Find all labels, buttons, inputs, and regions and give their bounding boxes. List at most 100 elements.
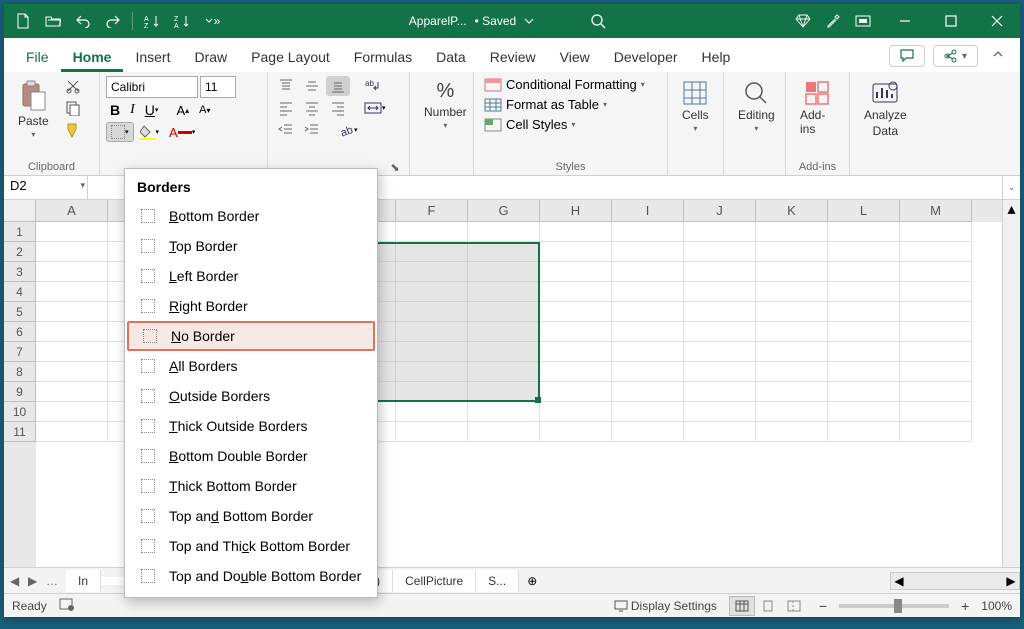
underline-button[interactable]: U ▾ (141, 100, 163, 120)
sheet-tab[interactable]: In (66, 570, 101, 592)
row-header[interactable]: 5 (4, 302, 36, 322)
select-all-corner[interactable] (4, 200, 36, 222)
bold-button[interactable]: B (106, 100, 124, 120)
paste-button[interactable]: Paste ▾ (10, 76, 57, 143)
comments-button[interactable] (889, 45, 925, 67)
borders-menu-item[interactable]: Thick Bottom Border (125, 471, 377, 501)
row-header[interactable]: 10 (4, 402, 36, 422)
tab-review[interactable]: Review (478, 43, 548, 72)
borders-menu-item[interactable]: Left Border (125, 261, 377, 291)
display-settings-button[interactable]: Display Settings (614, 599, 717, 613)
tab-data[interactable]: Data (424, 43, 478, 72)
close-button[interactable] (974, 4, 1020, 38)
col-header[interactable]: I (612, 200, 684, 222)
align-right-icon[interactable] (326, 98, 350, 118)
maximize-button[interactable] (928, 4, 974, 38)
increase-font-icon[interactable]: A▴ (172, 101, 193, 120)
italic-button[interactable]: I (126, 100, 139, 120)
wrap-text-button[interactable]: ab (360, 76, 386, 96)
tab-developer[interactable]: Developer (602, 43, 690, 72)
editing-button[interactable]: Editing ▾ (730, 76, 783, 137)
alignment-launcher-icon[interactable]: ⬊ (389, 161, 401, 173)
scroll-up-icon[interactable]: ▴ (1003, 200, 1020, 218)
addins-button[interactable]: Add-ins (792, 76, 843, 140)
row-header[interactable]: 3 (4, 262, 36, 282)
sheet-tab[interactable]: S... (476, 570, 519, 592)
vertical-scrollbar[interactable]: ▴ (1002, 200, 1020, 567)
sheet-nav-next-icon[interactable]: ▶ (28, 574, 42, 588)
sort-desc-icon[interactable]: ZA (167, 4, 197, 38)
borders-menu-item[interactable]: Top Border (125, 231, 377, 261)
format-painter-icon[interactable] (61, 120, 85, 140)
row-header[interactable]: 7 (4, 342, 36, 362)
new-file-icon[interactable] (8, 4, 38, 38)
borders-menu-item[interactable]: Outside Borders (125, 381, 377, 411)
tab-formulas[interactable]: Formulas (342, 43, 424, 72)
sort-asc-icon[interactable]: AZ (137, 4, 167, 38)
tab-view[interactable]: View (548, 43, 602, 72)
page-layout-view-icon[interactable] (755, 596, 781, 616)
cell-styles-button[interactable]: Cell Styles▾ (480, 116, 649, 133)
borders-menu-item[interactable]: Right Border (125, 291, 377, 321)
row-header[interactable]: 11 (4, 422, 36, 442)
sheet-tab[interactable] (101, 577, 126, 585)
borders-menu-item[interactable]: Bottom Border (125, 201, 377, 231)
chevron-down-icon[interactable] (524, 17, 534, 25)
col-header[interactable]: A (36, 200, 108, 222)
collapse-ribbon-icon[interactable] (986, 44, 1010, 68)
copy-icon[interactable] (61, 98, 85, 118)
font-name-input[interactable] (106, 76, 198, 98)
tab-file[interactable]: File (14, 43, 61, 72)
open-file-icon[interactable] (38, 4, 68, 38)
sheet-tab[interactable]: CellPicture (393, 570, 476, 592)
cells-button[interactable]: Cells ▾ (674, 76, 717, 137)
col-header[interactable]: J (684, 200, 756, 222)
col-header[interactable]: F (396, 200, 468, 222)
align-left-icon[interactable] (274, 98, 298, 118)
col-header[interactable]: L (828, 200, 900, 222)
zoom-slider[interactable] (839, 604, 949, 608)
font-size-input[interactable] (200, 76, 236, 98)
chevron-down-icon[interactable]: ▾ (80, 180, 85, 191)
font-color-button[interactable]: A▾ (165, 123, 199, 142)
zoom-in-button[interactable]: + (961, 598, 969, 614)
borders-menu-item[interactable]: Bottom Double Border (125, 441, 377, 471)
page-break-view-icon[interactable] (781, 596, 807, 616)
align-center-icon[interactable] (300, 98, 324, 118)
scroll-left-icon[interactable]: ◀ (891, 574, 907, 588)
undo-icon[interactable] (68, 4, 98, 38)
align-bottom-icon[interactable] (326, 76, 350, 96)
scroll-right-icon[interactable]: ▶ (1003, 574, 1019, 588)
align-middle-icon[interactable] (300, 76, 324, 96)
borders-menu-item[interactable]: Top and Double Bottom Border (125, 561, 377, 591)
row-header[interactable]: 2 (4, 242, 36, 262)
conditional-formatting-button[interactable]: Conditional Formatting▾ (480, 76, 649, 93)
row-header[interactable]: 4 (4, 282, 36, 302)
decrease-indent-icon[interactable] (274, 120, 298, 140)
borders-menu-item[interactable]: Top and Thick Bottom Border (125, 531, 377, 561)
fill-color-button[interactable]: ▾ (136, 122, 164, 142)
normal-view-icon[interactable] (729, 596, 755, 616)
tab-help[interactable]: Help (690, 43, 743, 72)
search-icon[interactable] (590, 13, 606, 29)
decrease-font-icon[interactable]: A▾ (195, 102, 214, 118)
col-header[interactable]: K (756, 200, 828, 222)
horizontal-scrollbar[interactable]: ◀ ▶ (890, 572, 1020, 590)
sheet-nav-more-icon[interactable]: … (46, 574, 60, 588)
cut-icon[interactable] (61, 76, 85, 96)
eyedropper-icon[interactable] (818, 4, 848, 38)
row-header[interactable]: 9 (4, 382, 36, 402)
minimize-button[interactable] (882, 4, 928, 38)
analyze-data-button[interactable]: Analyze Data (856, 76, 915, 142)
increase-indent-icon[interactable] (300, 120, 324, 140)
borders-menu-item[interactable]: No Border (127, 321, 375, 351)
tab-draw[interactable]: Draw (182, 43, 239, 72)
number-format-button[interactable]: % Number ▾ (416, 76, 475, 134)
expand-formula-bar-icon[interactable]: ⌄ (1002, 176, 1020, 199)
name-box[interactable]: D2 ▾ (4, 176, 88, 199)
borders-menu-item[interactable]: Top and Bottom Border (125, 501, 377, 531)
redo-icon[interactable] (98, 4, 128, 38)
tab-home[interactable]: Home (61, 43, 124, 72)
row-header[interactable]: 8 (4, 362, 36, 382)
row-header[interactable]: 6 (4, 322, 36, 342)
